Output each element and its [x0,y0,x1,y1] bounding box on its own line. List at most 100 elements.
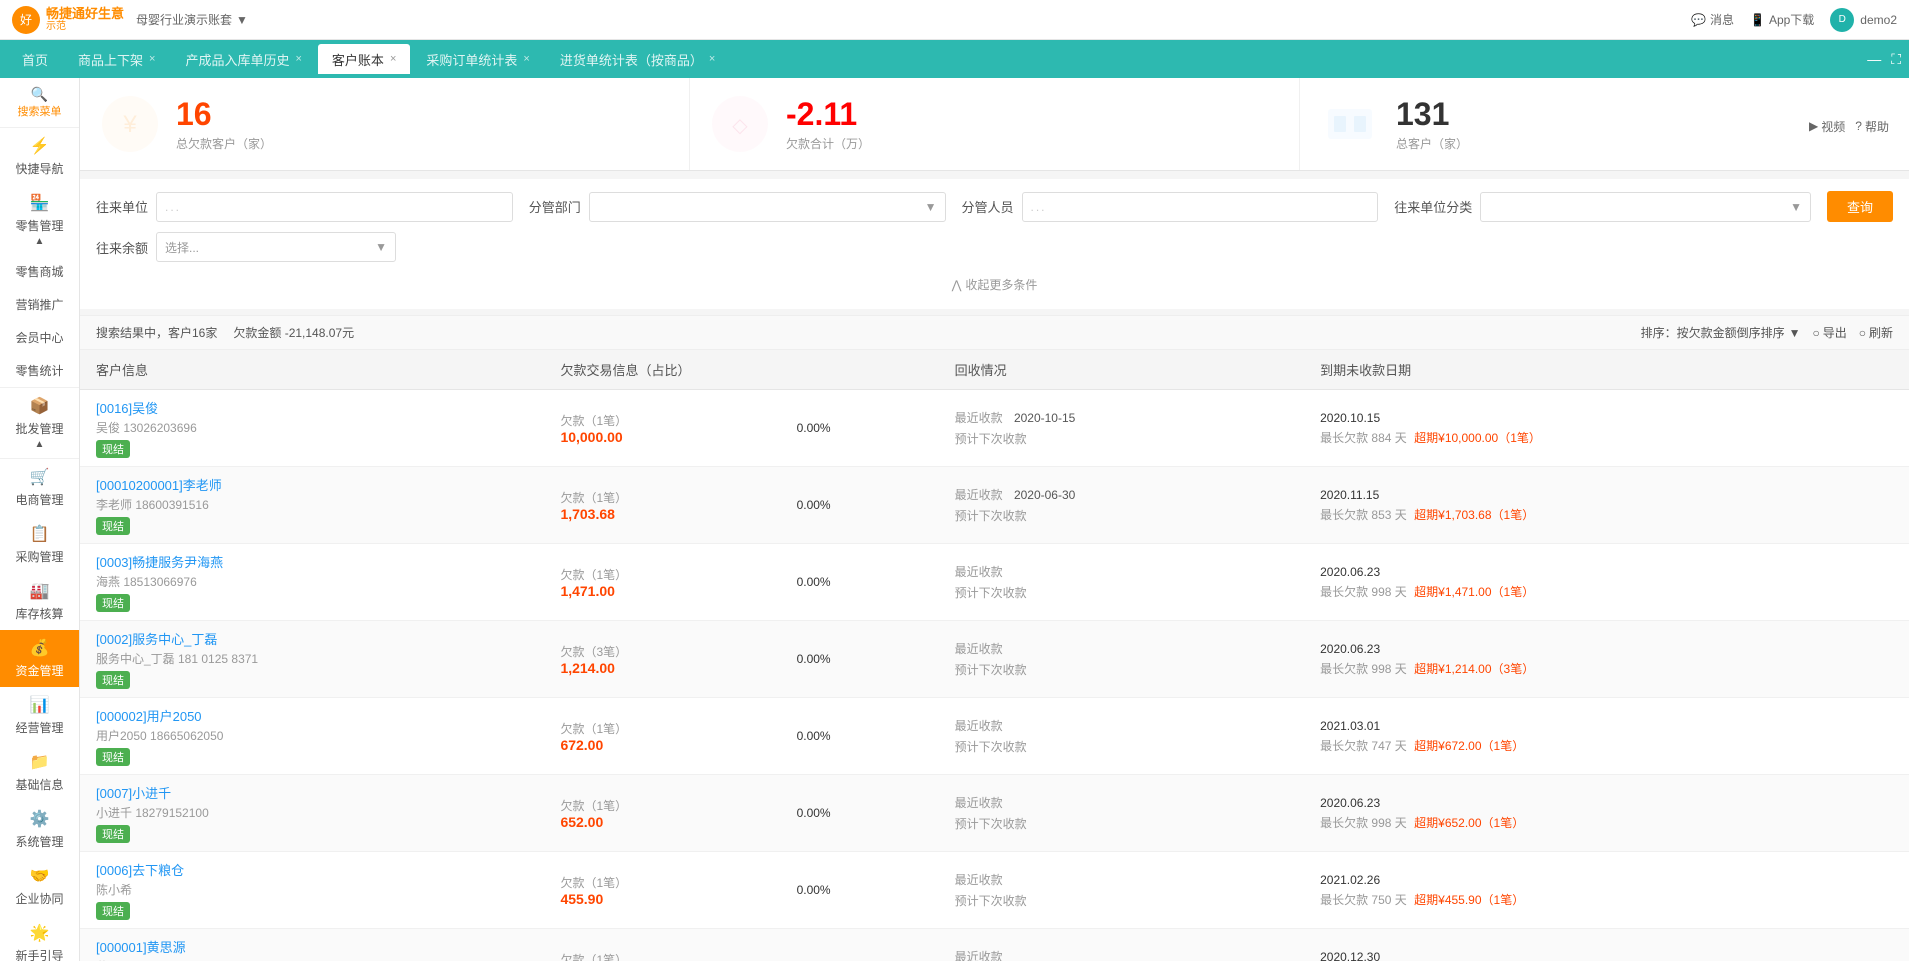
content-area: ¥ 16 总欠款客户（家） ◇ [80,78,1909,961]
search-button[interactable]: 查询 [1827,191,1893,222]
customer-name-link[interactable]: [0006]去下粮仓 [96,860,528,879]
table-container: 客户信息 欠款交易信息（占比） 回收情况 到期未收款日期 [0016]吴俊 吴俊… [80,350,1909,961]
customer-name-link[interactable]: [0003]畅捷服务尹海燕 [96,552,528,571]
due-date-cell: 2020.06.23 最长欠款 998 天 超期¥1,214.00（3笔） [1304,621,1909,698]
sidebar-search[interactable]: 🔍 搜索菜单 [0,78,79,128]
debt-customers-label: 总欠款客户（家） [176,135,272,152]
debt-amount[interactable]: 1,471.00 [560,583,764,599]
sidebar-item-guide[interactable]: 🌟 新手引导 [0,915,79,961]
top-bar: 好 畅捷通好生意 示范 母婴行业演示账套 ▼ 💬 消息 📱 App下载 D [0,0,1909,40]
message-btn[interactable]: 💬 消息 [1691,11,1734,28]
next-label: 预计下次收款 [955,663,1027,677]
sidebar-item-enterprise[interactable]: 🤝 企业协同 [0,858,79,915]
close-tab-production-history[interactable]: × [295,53,301,65]
sidebar-item-retail-stats[interactable]: 零售统计 [0,354,79,387]
tab-purchase-order[interactable]: 采购订单统计表 × [412,44,543,74]
app-download-btn[interactable]: 📱 App下载 [1750,11,1814,28]
collection-cell: 最近收款 预计下次收款 [939,621,1305,698]
balance-select[interactable]: 选择... ▼ [156,232,396,262]
sidebar-item-batch-mgmt[interactable]: 📦 批发管理 ▲ [0,388,79,458]
customer-contact: 陈小希 [96,881,528,898]
tab-customer-account[interactable]: 客户账本 × [318,44,410,74]
debt-ratio: 0.00% [797,806,831,820]
sidebar-item-ecommerce[interactable]: 🛒 电商管理 [0,459,79,516]
debt-amount[interactable]: 652.00 [560,814,764,830]
customer-name-link[interactable]: [000002]用户2050 [96,706,528,725]
debt-ratio-cell: 0.00% [781,544,939,621]
sidebar-item-quick-nav[interactable]: ⚡ 快捷导航 [0,128,79,185]
tab-minimize-icon[interactable]: — [1867,51,1881,67]
debt-info-cell: 欠款（1笔） 1,703.68 [544,467,780,544]
dept-select[interactable]: ▼ [589,192,946,222]
overdue-link[interactable]: 超期¥1,471.00（1笔） [1414,585,1534,599]
customer-contact: 服务中心_丁磊 181 0125 8371 [96,650,528,667]
store-selector[interactable]: 母婴行业演示账套 ▼ [136,11,248,28]
customer-name-link[interactable]: [0007]小进千 [96,783,528,802]
debt-amount[interactable]: 672.00 [560,737,764,753]
tab-purchase-stat[interactable]: 进货单统计表（按商品） × [546,44,729,74]
close-tab-purchase-stat[interactable]: × [709,53,715,65]
export-btn[interactable]: ○ 导出 [1812,324,1846,341]
customer-info-cell: [0006]去下粮仓 陈小希 现结 [80,852,544,929]
customer-name-link[interactable]: [000001]黄思源 [96,937,528,956]
debt-note: 欠款（1笔） [560,412,764,429]
customer-info-cell: [00010200001]李老师 李老师 18600391516 现结 [80,467,544,544]
close-tab-customer-account[interactable]: × [390,53,396,65]
sidebar-item-retail-mgmt[interactable]: 🏪 零售管理 ▲ [0,185,79,255]
debt-note: 欠款（3笔） [560,643,764,660]
debt-amount[interactable]: 455.90 [560,891,764,907]
sidebar-item-inventory[interactable]: 🏭 库存核算 [0,573,79,630]
sidebar-item-marketing[interactable]: 营销推广 [0,288,79,321]
overdue-link[interactable]: 超期¥672.00（1笔） [1414,739,1524,753]
tab-home[interactable]: 首页 [8,44,62,74]
manager-input[interactable]: ... [1022,192,1379,222]
debt-ratio-cell: 0.00% [781,698,939,775]
debt-customers-icon: ¥ [100,94,160,154]
sidebar-item-finance[interactable]: 💰 资金管理 [0,630,79,687]
collapse-filter-btn[interactable]: ⋀ 收起更多条件 [96,272,1893,297]
tab-expand-icon[interactable]: ⛶ [1891,51,1901,68]
debt-amount[interactable]: 1,214.00 [560,660,764,676]
tab-products-off[interactable]: 商品上下架 × [64,44,169,74]
help-btn[interactable]: ? 帮助 [1855,118,1889,135]
close-tab-purchase-order[interactable]: × [523,53,529,65]
due-date-cell: 2020.12.30 最长欠款 808 天 超期¥429.00（1笔） [1304,929,1909,961]
overdue-link[interactable]: 超期¥455.90（1笔） [1414,893,1524,907]
customer-name-link[interactable]: [0002]服务中心_丁磊 [96,629,528,648]
sidebar-item-basic-info[interactable]: 📁 基础信息 [0,744,79,801]
overdue-link[interactable]: 超期¥1,703.68（1笔） [1414,508,1534,522]
source-unit-input[interactable]: ... [156,192,513,222]
sidebar-item-member[interactable]: 会员中心 [0,321,79,354]
sidebar-item-purchase-mgmt[interactable]: 📋 采购管理 [0,516,79,573]
message-icon: 💬 [1691,13,1706,27]
table-header-row: 客户信息 欠款交易信息（占比） 回收情况 到期未收款日期 [80,350,1909,390]
due-date: 2020.10.15 [1320,411,1893,425]
customer-name-link[interactable]: [0016]吴俊 [96,398,528,417]
debt-ratio: 0.00% [797,652,831,666]
user-menu[interactable]: D demo2 [1830,8,1897,32]
sort-select[interactable]: 排序：按欠款金额倒序排序 ▼ [1641,324,1801,341]
overdue-days: 最长欠款 998 天 [1320,585,1407,599]
overdue-link[interactable]: 超期¥1,214.00（3笔） [1414,662,1534,676]
close-tab-products-off[interactable]: × [149,53,155,65]
debt-amount[interactable]: 10,000.00 [560,429,764,445]
logo-icon: 好 [12,6,40,34]
video-icon: ▶ [1809,119,1818,133]
customer-tag: 现结 [96,440,130,458]
tab-production-history[interactable]: 产成品入库单历史 × [171,44,315,74]
latest-date: 2020-10-15 [1014,411,1075,425]
refresh-btn[interactable]: ○ 刷新 [1859,324,1893,341]
table-row: [0007]小进千 小进千 18279152100 现结 欠款（1笔） 652.… [80,775,1909,852]
unit-category-select[interactable]: ▼ [1480,192,1811,222]
overdue-link[interactable]: 超期¥652.00（1笔） [1414,816,1524,830]
sidebar-item-operations[interactable]: 📊 经营管理 [0,687,79,744]
next-label: 预计下次收款 [955,740,1027,754]
sidebar-item-retail-mall[interactable]: 零售商城 [0,255,79,288]
customer-name-link[interactable]: [00010200001]李老师 [96,475,528,494]
overdue-link[interactable]: 超期¥10,000.00（1笔） [1414,431,1541,445]
sidebar-item-system[interactable]: ⚙️ 系统管理 [0,801,79,858]
avatar: D [1830,8,1854,32]
debt-info-cell: 欠款（1笔） 10,000.00 [544,390,780,467]
video-btn[interactable]: ▶ 视频 [1809,118,1845,135]
debt-amount[interactable]: 1,703.68 [560,506,764,522]
